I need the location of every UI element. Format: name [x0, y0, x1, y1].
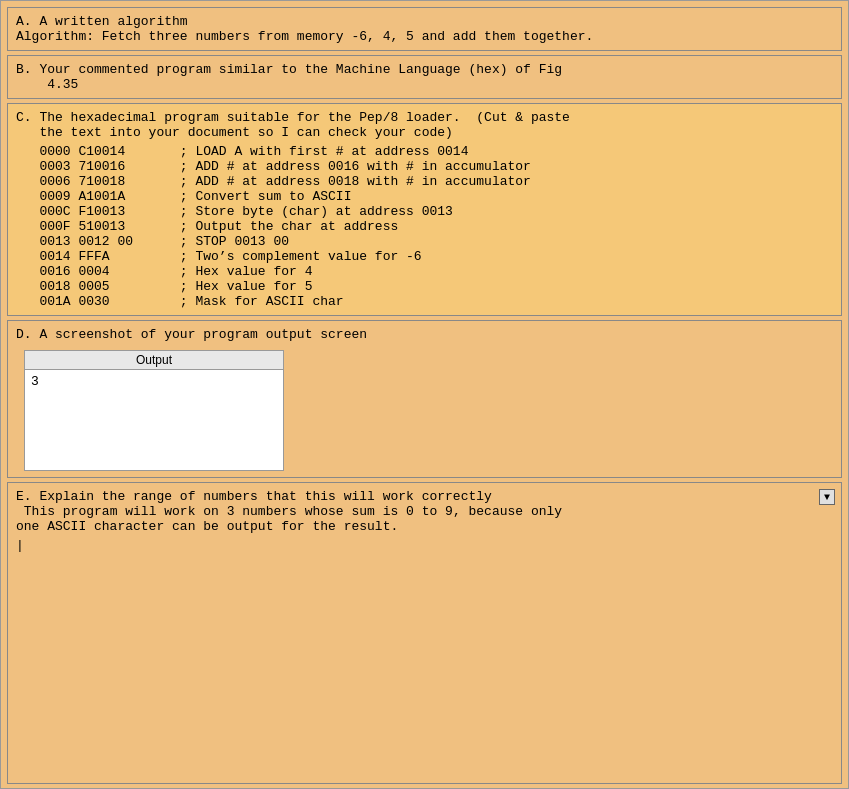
page-container: A. A written algorithm Algorithm: Fetch … — [0, 0, 849, 789]
code-line: 0014 FFFA ; Two’s complement value for -… — [16, 249, 833, 264]
section-c-label: C. The hexadecimal program suitable for … — [16, 110, 833, 140]
section-c-code: 0000 C10014 ; LOAD A with first # at add… — [16, 144, 833, 309]
section-d-label: D. A screenshot of your program output s… — [16, 327, 833, 342]
section-d: D. A screenshot of your program output s… — [7, 320, 842, 478]
code-line: 0009 A1001A ; Convert sum to ASCII — [16, 189, 833, 204]
output-box-container: Output 3 — [24, 350, 833, 471]
section-c: C. The hexadecimal program suitable for … — [7, 103, 842, 316]
code-line: 0003 710016 ; ADD # at address 0016 with… — [16, 159, 833, 174]
section-e-content: This program will work on 3 numbers whos… — [16, 504, 833, 534]
output-box: Output 3 — [24, 350, 284, 471]
code-line: 0013 0012 00 ; STOP 0013 00 — [16, 234, 833, 249]
code-line: 0016 0004 ; Hex value for 4 — [16, 264, 833, 279]
output-box-content: 3 — [25, 370, 283, 470]
code-line: 0018 0005 ; Hex value for 5 — [16, 279, 833, 294]
section-b-label: B. Your commented program similar to the… — [16, 62, 833, 92]
code-line: 000F 510013 ; Output the char at address — [16, 219, 833, 234]
section-b: B. Your commented program similar to the… — [7, 55, 842, 99]
code-line: 000C F10013 ; Store byte (char) at addre… — [16, 204, 833, 219]
section-e-label: E. Explain the range of numbers that thi… — [16, 489, 833, 504]
section-e: ▼ E. Explain the range of numbers that t… — [7, 482, 842, 784]
code-line: 0000 C10014 ; LOAD A with first # at add… — [16, 144, 833, 159]
output-box-title: Output — [25, 351, 283, 370]
section-a: A. A written algorithm Algorithm: Fetch … — [7, 7, 842, 51]
section-a-label: A. A written algorithm — [16, 14, 833, 29]
cursor-indicator: | — [16, 538, 833, 553]
code-line: 0006 710018 ; ADD # at address 0018 with… — [16, 174, 833, 189]
section-a-content: Algorithm: Fetch three numbers from memo… — [16, 29, 833, 44]
code-line: 001A 0030 ; Mask for ASCII char — [16, 294, 833, 309]
dropdown-arrow-icon[interactable]: ▼ — [819, 489, 835, 505]
